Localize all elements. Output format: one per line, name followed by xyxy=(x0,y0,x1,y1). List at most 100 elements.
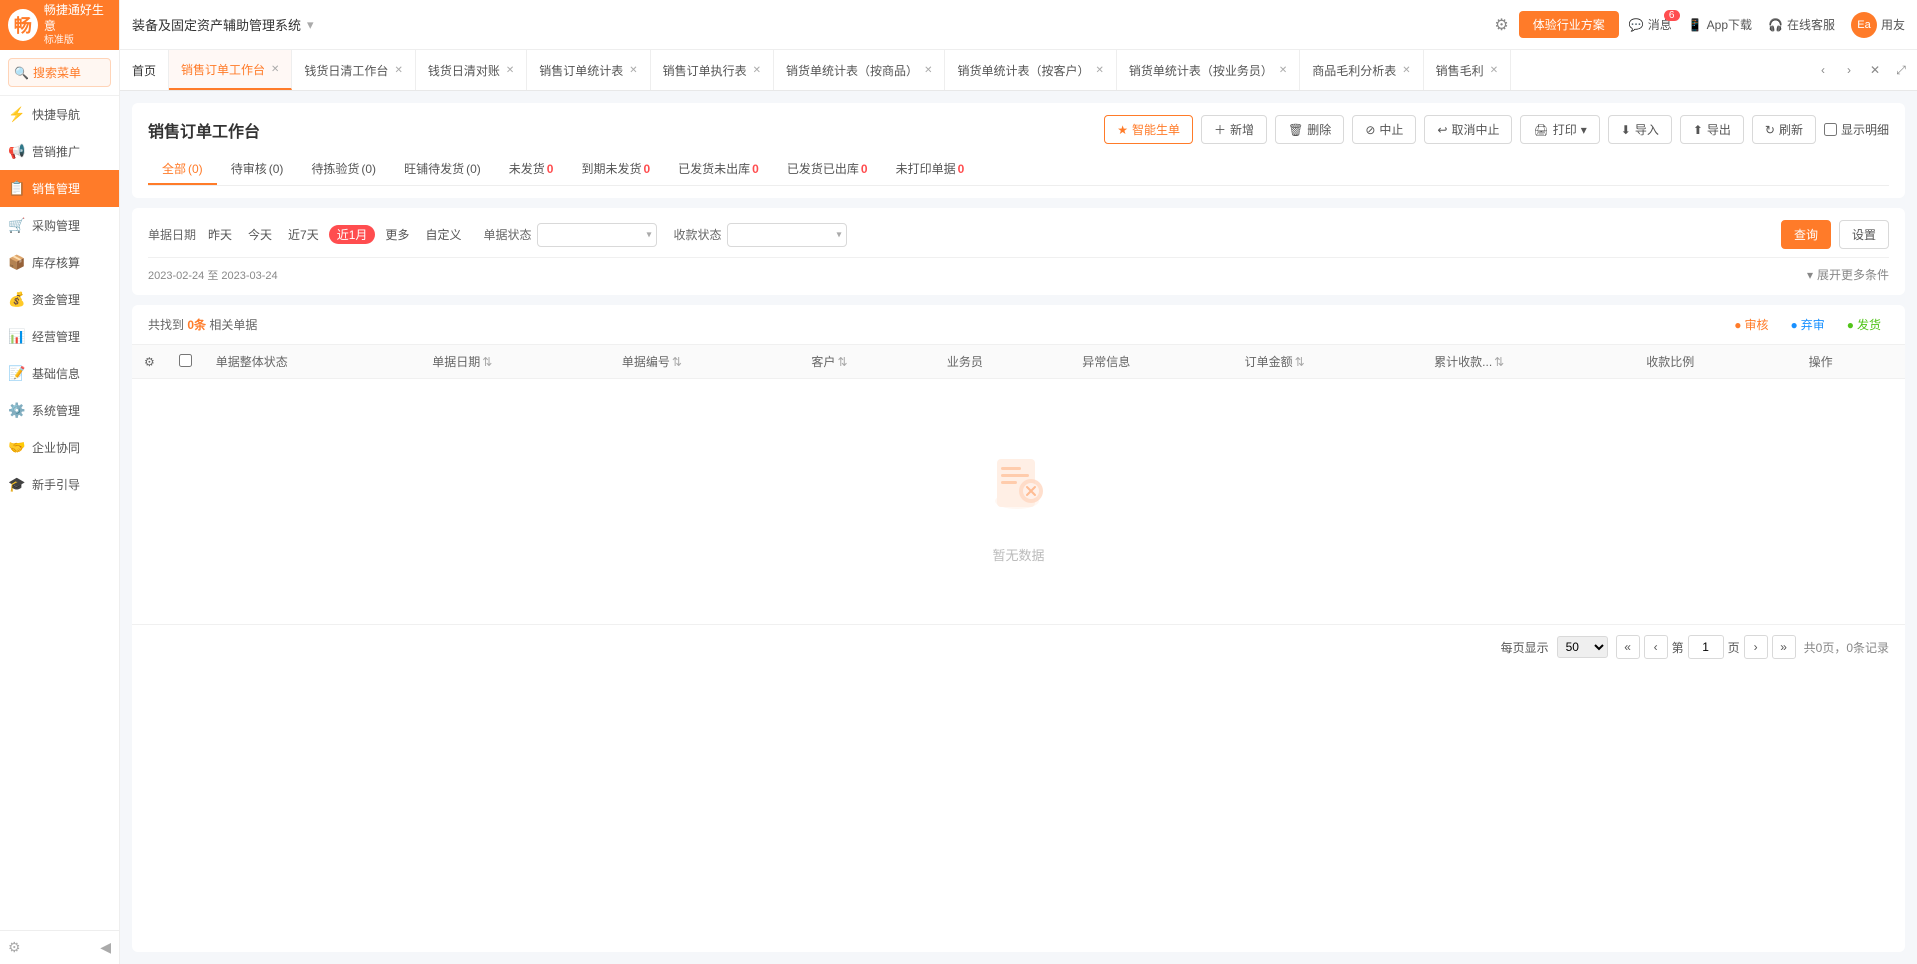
tab-sales-gross[interactable]: 销售毛利 ✕ xyxy=(1424,50,1511,90)
date-opt-7days[interactable]: 近7天 xyxy=(282,224,325,245)
sidebar-item-system[interactable]: ⚙️ 系统管理 xyxy=(0,392,119,429)
expand-conditions-button[interactable]: ▾ 展开更多条件 xyxy=(1807,266,1889,283)
data-table: ⚙ 单据整体状态 单据日期⇅ 单据编号⇅ 客户⇅ 业务员 异常信息 订单金额⇅ … xyxy=(132,345,1905,379)
tab-goods-stat-staff[interactable]: 销货单统计表（按业务员） ✕ xyxy=(1117,50,1300,90)
settings-button[interactable]: ⚙ xyxy=(8,939,21,956)
tab-sales-workbench[interactable]: 销售订单工作台 ✕ xyxy=(169,50,292,90)
tab-nav-prev[interactable]: ‹ xyxy=(1811,58,1835,82)
sidebar-item-sales[interactable]: 📋 销售管理 xyxy=(0,170,119,207)
tab-nav-expand[interactable]: ⤢ xyxy=(1889,58,1913,82)
status-select[interactable] xyxy=(537,223,657,247)
online-service-button[interactable]: 🎧 在线客服 xyxy=(1768,16,1835,33)
col-customer[interactable]: 客户⇅ xyxy=(799,345,934,379)
search-menu-button[interactable]: 🔍 搜索菜单 xyxy=(8,58,111,87)
col-collected[interactable]: 累计收款...⇅ xyxy=(1422,345,1634,379)
date-opt-today[interactable]: 今天 xyxy=(242,224,278,245)
show-detail-toggle[interactable]: 显示明细 xyxy=(1824,121,1889,138)
print-button[interactable]: 🖨 打印 ▾ xyxy=(1520,115,1599,144)
topbar-dropdown-icon[interactable]: ▾ xyxy=(307,17,314,33)
tab-nav-next[interactable]: › xyxy=(1837,58,1861,82)
page-last-button[interactable]: » xyxy=(1772,635,1796,659)
col-amount[interactable]: 订单金额⇅ xyxy=(1233,345,1423,379)
subtab-not-shipped[interactable]: 未发货0 xyxy=(495,154,568,185)
review-action-button[interactable]: ● 审核 xyxy=(1726,313,1776,336)
subtab-shipped-out[interactable]: 已发货已出库0 xyxy=(773,154,882,185)
col-staff[interactable]: 业务员 xyxy=(935,345,1070,379)
sidebar-item-basicinfo[interactable]: 📝 基础信息 xyxy=(0,355,119,392)
cancel-stop-button[interactable]: ↩ 取消中止 xyxy=(1424,115,1512,144)
tab-close-sales-stat[interactable]: ✕ xyxy=(629,65,637,76)
date-opt-1month[interactable]: 近1月 xyxy=(329,225,376,244)
tab-cash-reconcile[interactable]: 钱货日清对账 ✕ xyxy=(416,50,527,90)
import-button[interactable]: ⬇ 导入 xyxy=(1608,115,1672,144)
topbar-settings-icon[interactable]: ⚙ xyxy=(1494,15,1508,35)
collapse-button[interactable]: ◀ xyxy=(100,939,111,956)
tab-close-sales-gross[interactable]: ✕ xyxy=(1490,65,1498,76)
subtab-pending-inspect[interactable]: 待拣验货(0) xyxy=(297,154,390,185)
sidebar-item-guide[interactable]: 🎓 新手引导 xyxy=(0,466,119,503)
empty-state: 暂无数据 xyxy=(132,379,1905,624)
col-settings[interactable]: ⚙ xyxy=(132,345,167,379)
tab-close-goods-stat-product[interactable]: ✕ xyxy=(924,65,932,76)
payment-select[interactable] xyxy=(727,223,847,247)
industry-solution-button[interactable]: 体验行业方案 xyxy=(1519,11,1619,38)
topbar: 装备及固定资产辅助管理系统 ▾ ⚙ 体验行业方案 💬 消息 6 📱 App下载 … xyxy=(120,0,1917,50)
tab-close-goods-stat-staff[interactable]: ✕ xyxy=(1279,65,1287,76)
date-opt-custom[interactable]: 自定义 xyxy=(419,224,467,245)
refresh-button[interactable]: ↻ 刷新 xyxy=(1752,115,1816,144)
subtab-not-printed[interactable]: 未打印单据0 xyxy=(882,154,979,185)
tab-goods-stat-product[interactable]: 销货单统计表（按商品） ✕ xyxy=(774,50,945,90)
sidebar-item-purchase[interactable]: 🛒 采购管理 xyxy=(0,207,119,244)
cancel-review-action-button[interactable]: ● 弃审 xyxy=(1782,313,1832,336)
tab-margin-analysis[interactable]: 商品毛利分析表 ✕ xyxy=(1300,50,1423,90)
sidebar-item-marketing[interactable]: 📢 营销推广 xyxy=(0,133,119,170)
sidebar-item-quicknav[interactable]: ⚡ 快捷导航 xyxy=(0,96,119,133)
filter-settings-button[interactable]: 设置 xyxy=(1839,220,1889,249)
sidebar-item-finance[interactable]: 💰 资金管理 xyxy=(0,281,119,318)
new-button[interactable]: ＋ 新增 xyxy=(1201,115,1267,144)
date-opt-yesterday[interactable]: 昨天 xyxy=(202,224,238,245)
subtab-all[interactable]: 全部(0) xyxy=(148,154,217,185)
col-number[interactable]: 单据编号⇅ xyxy=(610,345,800,379)
sidebar-item-operations[interactable]: 📊 经营管理 xyxy=(0,318,119,355)
page-first-button[interactable]: « xyxy=(1616,635,1640,659)
delete-button[interactable]: 🗑 删除 xyxy=(1275,115,1344,144)
tab-close-cash-daily[interactable]: ✕ xyxy=(394,65,402,76)
subtab-pending-review[interactable]: 待审核(0) xyxy=(217,154,298,185)
tab-home[interactable]: 首页 xyxy=(120,50,169,90)
smart-generate-button[interactable]: ★ 智能生单 xyxy=(1104,115,1193,144)
date-opt-more[interactable]: 更多 xyxy=(379,224,415,245)
subtab-overdue-ship[interactable]: 到期未发货0 xyxy=(567,154,664,185)
export-button[interactable]: ⬆ 导出 xyxy=(1680,115,1744,144)
tab-cash-daily[interactable]: 钱货日清工作台 ✕ xyxy=(292,50,415,90)
sidebar-item-enterprise[interactable]: 🤝 企业协同 xyxy=(0,429,119,466)
app-download-button[interactable]: 📱 App下载 xyxy=(1688,16,1752,33)
select-all-checkbox[interactable] xyxy=(179,354,192,367)
inventory-icon: 📦 xyxy=(8,254,26,271)
page-input[interactable] xyxy=(1688,635,1724,659)
status-select-wrap xyxy=(537,223,657,247)
tab-close-goods-stat-customer[interactable]: ✕ xyxy=(1095,65,1103,76)
message-button[interactable]: 💬 消息 6 xyxy=(1629,16,1672,33)
page-prev-button[interactable]: ‹ xyxy=(1644,635,1668,659)
tab-close-sales-workbench[interactable]: ✕ xyxy=(271,64,279,75)
stop-button[interactable]: ⊘ 中止 xyxy=(1352,115,1416,144)
tab-close-cash-reconcile[interactable]: ✕ xyxy=(506,65,514,76)
subtab-shipped-not-out[interactable]: 已发货未出库0 xyxy=(664,154,773,185)
query-button[interactable]: 查询 xyxy=(1781,220,1831,249)
tab-nav-close-all[interactable]: ✕ xyxy=(1863,58,1887,82)
ship-action-button[interactable]: ● 发货 xyxy=(1839,313,1889,336)
tab-close-sales-exec[interactable]: ✕ xyxy=(753,65,761,76)
tab-sales-stat[interactable]: 销售订单统计表 ✕ xyxy=(527,50,650,90)
show-detail-checkbox[interactable] xyxy=(1824,123,1837,136)
tab-close-margin-analysis[interactable]: ✕ xyxy=(1402,65,1410,76)
col-date[interactable]: 单据日期⇅ xyxy=(420,345,610,379)
page-next-button[interactable]: › xyxy=(1744,635,1768,659)
subtab-wangpu-ship[interactable]: 旺铺待发货(0) xyxy=(390,154,495,185)
tab-goods-stat-customer[interactable]: 销货单统计表（按客户） ✕ xyxy=(945,50,1116,90)
tab-sales-exec[interactable]: 销售订单执行表 ✕ xyxy=(651,50,774,90)
col-checkbox[interactable] xyxy=(167,345,204,379)
user-menu-button[interactable]: Ea 用友 xyxy=(1851,12,1905,38)
page-size-select[interactable]: 50 20 100 xyxy=(1557,636,1608,658)
sidebar-item-inventory[interactable]: 📦 库存核算 xyxy=(0,244,119,281)
